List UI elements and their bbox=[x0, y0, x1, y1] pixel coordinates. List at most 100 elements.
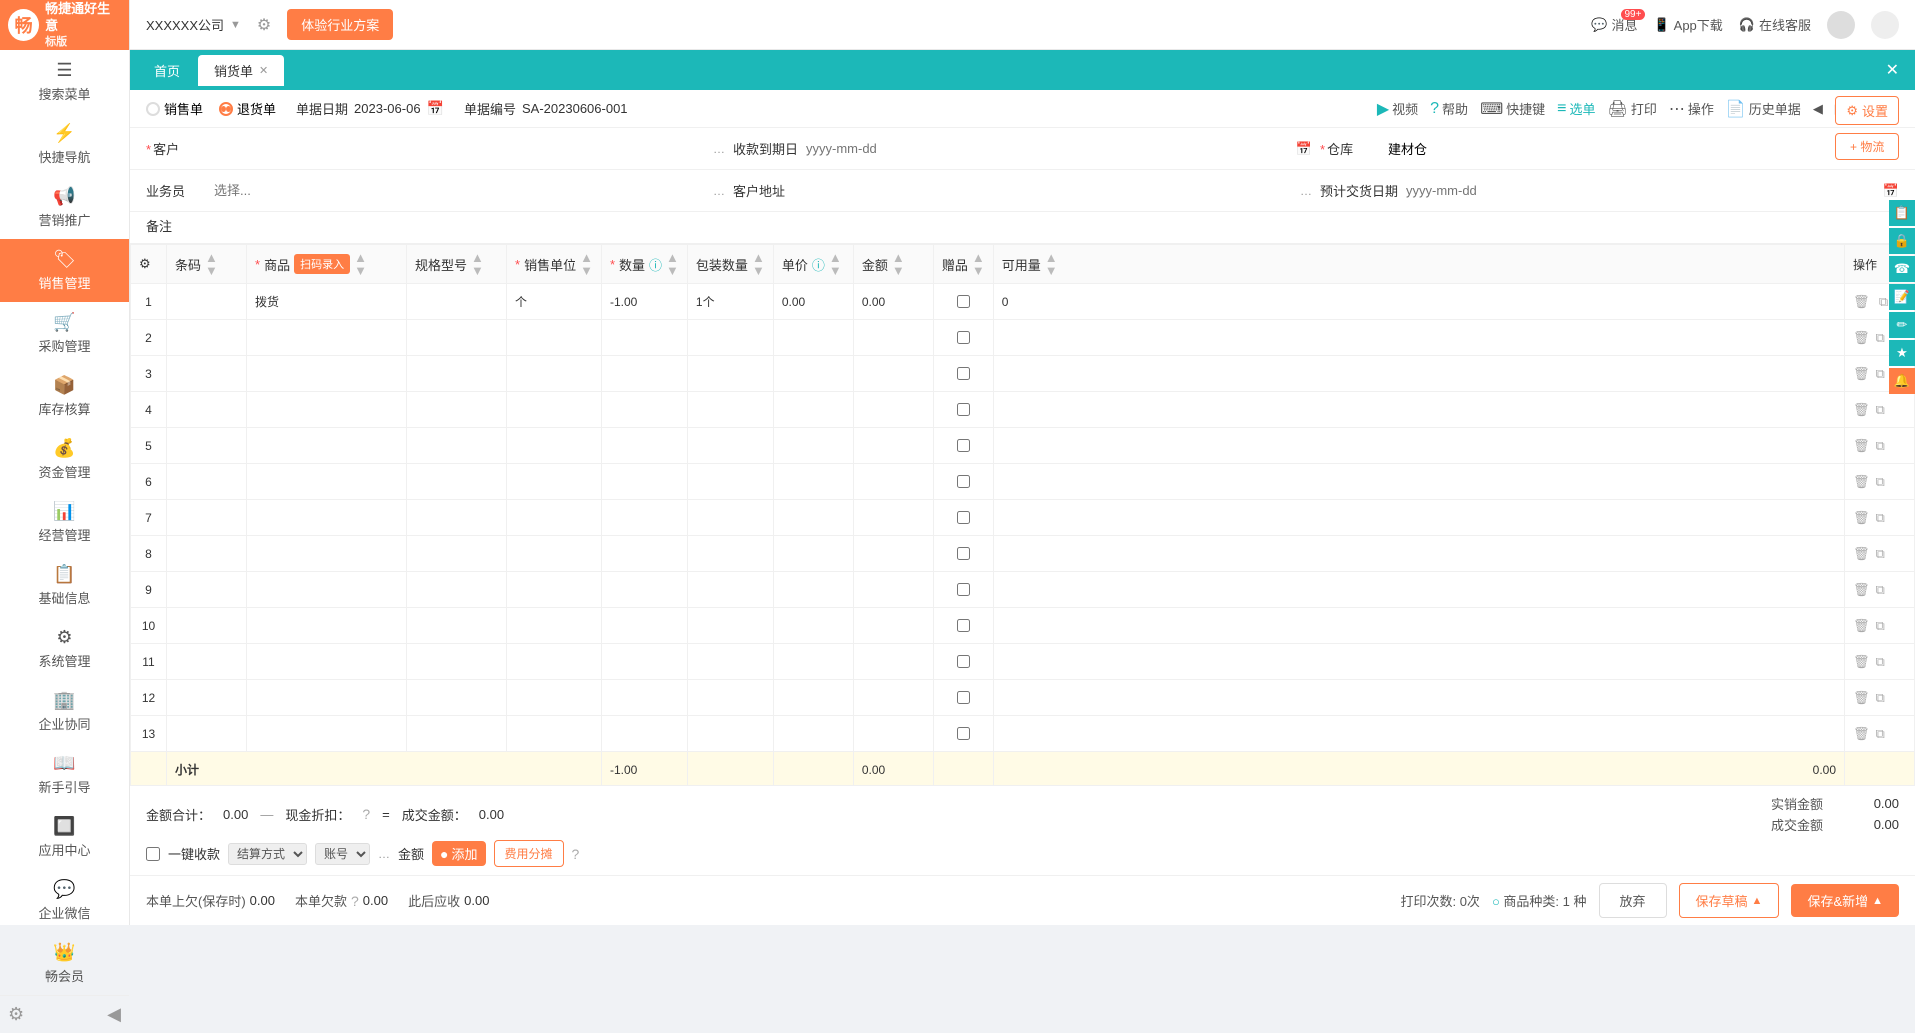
receivable-stat: 此后应收 0.00 bbox=[408, 891, 489, 910]
sale-order-radio[interactable]: 销售单 bbox=[146, 99, 203, 118]
total-owed-value: 0.00 bbox=[363, 893, 388, 908]
cell-unit-1[interactable]: 个 bbox=[507, 284, 602, 320]
payment-checkbox[interactable] bbox=[146, 847, 160, 861]
due-date-label: 收款到期日 bbox=[733, 139, 798, 158]
expected-delivery-label: 预计交货日期 bbox=[1320, 181, 1398, 200]
delete-icon-1[interactable]: 🗑 bbox=[1853, 294, 1870, 309]
payment-method-select[interactable]: 结算方式 bbox=[228, 843, 307, 865]
float-icon-5[interactable]: ✏ bbox=[1889, 312, 1915, 338]
tab-close-main-icon[interactable]: ✕ bbox=[1878, 60, 1907, 80]
toolbar-video-label: 视频 bbox=[1392, 99, 1418, 118]
print-icon: 🖨 bbox=[1608, 99, 1628, 119]
toolbar-history[interactable]: 📄 历史单据 bbox=[1726, 99, 1801, 119]
inventory-icon: 📦 bbox=[53, 375, 75, 396]
sidebar-item-system[interactable]: ⚙ 系统管理 bbox=[0, 617, 129, 680]
account-select[interactable]: 账号 bbox=[315, 843, 370, 865]
th-price: 单价 ⓘ ▲▼ bbox=[773, 245, 853, 284]
customer-address-input[interactable] bbox=[801, 183, 1292, 199]
sidebar-item-wechat[interactable]: 💬 企业微信 bbox=[0, 869, 129, 932]
avatar[interactable] bbox=[1827, 11, 1855, 39]
expected-delivery-calendar-icon[interactable]: 📅 bbox=[1883, 183, 1899, 199]
float-icon-6[interactable]: ★ bbox=[1889, 340, 1915, 366]
toolbar-operation-label: 操作 bbox=[1688, 99, 1714, 118]
expected-delivery-input[interactable] bbox=[1406, 183, 1875, 199]
toolbar-nav-prev[interactable]: ◀ bbox=[1813, 101, 1823, 117]
calendar-icon[interactable]: 📅 bbox=[427, 100, 444, 117]
cell-qty-1[interactable]: -1.00 bbox=[601, 284, 687, 320]
sidebar-item-member[interactable]: 👑 畅会员 bbox=[0, 932, 129, 995]
finance-icon: 💰 bbox=[53, 438, 75, 459]
sidebar-item-search[interactable]: ☰ 搜索菜单 bbox=[0, 50, 129, 113]
topbar-gear-icon[interactable]: ⚙ bbox=[257, 15, 271, 35]
settings-bottom-icon[interactable]: ⚙ bbox=[8, 1004, 24, 1025]
abandon-button[interactable]: 放弃 bbox=[1599, 883, 1667, 918]
cell-barcode-1[interactable] bbox=[167, 284, 247, 320]
due-date-input[interactable] bbox=[806, 141, 1288, 157]
cell-pkg-qty-1[interactable]: 1个 bbox=[687, 284, 773, 320]
toolbar-select[interactable]: ≡ 选单 bbox=[1557, 99, 1595, 118]
sidebar-item-marketing[interactable]: 📢 营销推广 bbox=[0, 176, 129, 239]
due-date-calendar-icon[interactable]: 📅 bbox=[1296, 141, 1312, 157]
float-icon-3[interactable]: ☎ bbox=[1889, 256, 1915, 282]
address-dots[interactable]: … bbox=[1300, 184, 1312, 198]
message-item[interactable]: 💬 消息 99+ bbox=[1591, 15, 1637, 34]
amount-total-label: 金额合计： bbox=[146, 805, 211, 824]
sidebar-item-management[interactable]: 📊 经营管理 bbox=[0, 491, 129, 554]
bottom-bar: 本单上欠(保存时) 0.00 本单欠款 ? 0.00 此后应收 0.00 打印次… bbox=[130, 875, 1915, 925]
date-value: 2023-06-06 bbox=[354, 101, 421, 116]
toolbar-shortcut[interactable]: ⌨ 快捷键 bbox=[1480, 99, 1545, 119]
product-type-icon[interactable]: ○ bbox=[1492, 894, 1500, 909]
scan-btn[interactable]: 扫码录入 bbox=[294, 254, 350, 274]
toolbar-operation[interactable]: ⋯ 操作 bbox=[1669, 99, 1714, 119]
sidebar-item-apps[interactable]: 🔲 应用中心 bbox=[0, 806, 129, 869]
collapse-icon[interactable]: ◀ bbox=[107, 1004, 121, 1025]
toolbar-print[interactable]: 🖨 打印 bbox=[1608, 99, 1657, 119]
float-icon-7[interactable]: 🔔 bbox=[1889, 368, 1915, 394]
copy-icon-1[interactable]: ⧉ bbox=[1879, 294, 1888, 309]
sidebar-item-finance[interactable]: 💰 资金管理 bbox=[0, 428, 129, 491]
customer-dots[interactable]: … bbox=[713, 142, 725, 156]
app-download-item[interactable]: 📱 App下载 bbox=[1653, 15, 1722, 34]
salesperson-dots[interactable]: … bbox=[713, 184, 725, 198]
experience-btn[interactable]: 体验行业方案 bbox=[287, 9, 393, 40]
sidebar-item-sales[interactable]: 🏷 销售管理 bbox=[0, 239, 129, 302]
logistics-button[interactable]: + 物流 bbox=[1835, 133, 1899, 160]
order-type-radio-group: 销售单 退货单 bbox=[146, 99, 276, 118]
sidebar-item-quick-nav[interactable]: ⚡ 快捷导航 bbox=[0, 113, 129, 176]
tab-home[interactable]: 首页 bbox=[138, 55, 196, 86]
sidebar-bottom: ⚙ ◀ bbox=[0, 995, 129, 1033]
salesperson-input[interactable] bbox=[214, 183, 705, 199]
cell-gift-1[interactable] bbox=[933, 284, 993, 320]
save-draft-button[interactable]: 保存草稿 ▲ bbox=[1679, 883, 1780, 918]
customer-input[interactable] bbox=[214, 141, 705, 157]
setting-button[interactable]: ⚙ 设置 bbox=[1835, 96, 1899, 125]
save-new-button[interactable]: 保存&新增 ▲ bbox=[1791, 884, 1899, 917]
toolbar-help[interactable]: ? 帮助 bbox=[1430, 99, 1468, 118]
sidebar-item-purchase[interactable]: 🛒 采购管理 bbox=[0, 302, 129, 365]
avatar2[interactable] bbox=[1871, 11, 1899, 39]
add-payment-btn[interactable]: ● 添加 bbox=[432, 841, 485, 866]
cell-product-1[interactable]: 拨货 bbox=[247, 284, 407, 320]
cell-amount-1[interactable]: 0.00 bbox=[853, 284, 933, 320]
th-gear[interactable]: ⚙ bbox=[131, 245, 167, 284]
cell-spec-1[interactable] bbox=[407, 284, 507, 320]
tab-close-icon[interactable]: ✕ bbox=[259, 64, 268, 77]
sidebar-item-guide[interactable]: 📖 新手引导 bbox=[0, 743, 129, 806]
basics-icon: 📋 bbox=[53, 564, 75, 585]
float-icon-1[interactable]: 📋 bbox=[1889, 200, 1915, 226]
table-row: 5🗑⧉ bbox=[131, 428, 1915, 464]
sidebar-item-basics[interactable]: 📋 基础信息 bbox=[0, 554, 129, 617]
cell-price-1[interactable]: 0.00 bbox=[773, 284, 853, 320]
sidebar-item-enterprise[interactable]: 🏢 企业协同 bbox=[0, 680, 129, 743]
online-service-item[interactable]: 🎧 在线客服 bbox=[1739, 15, 1811, 34]
company-selector[interactable]: XXXXXX公司 ▼ bbox=[146, 15, 241, 34]
fee-split-btn[interactable]: 费用分摊 bbox=[494, 840, 564, 867]
account-dots[interactable]: … bbox=[378, 847, 390, 861]
sidebar-item-inventory[interactable]: 📦 库存核算 bbox=[0, 365, 129, 428]
tab-sales-order[interactable]: 销货单 ✕ bbox=[198, 55, 284, 86]
toolbar-video[interactable]: ▶ 视频 bbox=[1377, 99, 1418, 119]
return-order-radio[interactable]: 退货单 bbox=[219, 99, 276, 118]
float-icon-4[interactable]: 📝 bbox=[1889, 284, 1915, 310]
float-icon-2[interactable]: 🔒 bbox=[1889, 228, 1915, 254]
remark-input[interactable] bbox=[194, 218, 1899, 233]
